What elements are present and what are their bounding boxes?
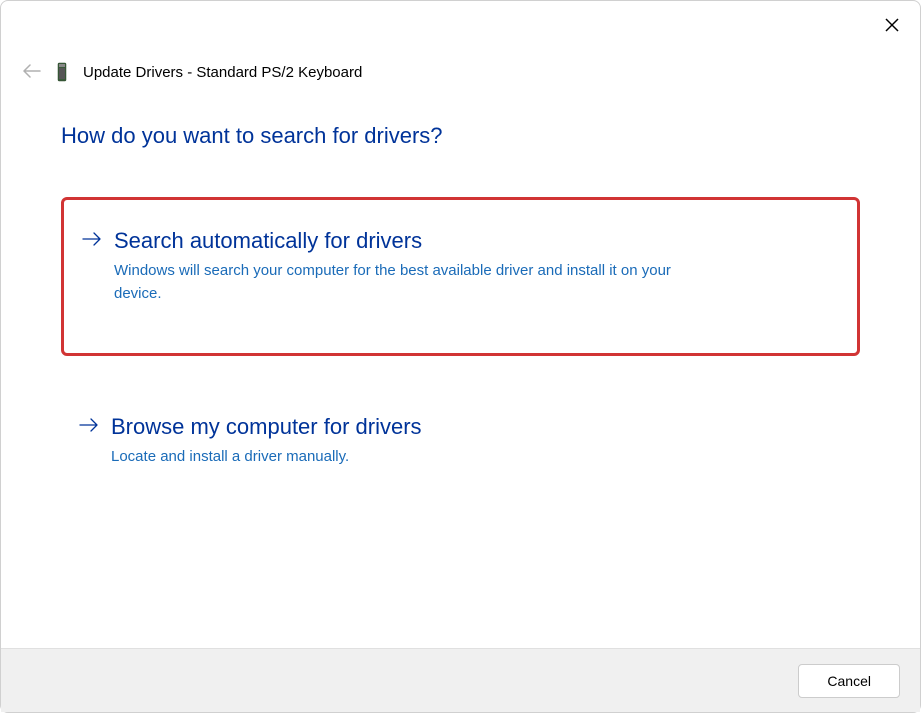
option-description: Locate and install a driver manually. bbox=[79, 446, 719, 469]
header-row: Update Drivers - Standard PS/2 Keyboard bbox=[1, 1, 920, 83]
option-header: Search automatically for drivers bbox=[82, 228, 837, 254]
back-arrow-icon bbox=[23, 62, 41, 83]
cancel-button[interactable]: Cancel bbox=[798, 664, 900, 698]
option-title: Search automatically for drivers bbox=[114, 228, 422, 254]
option-header: Browse my computer for drivers bbox=[79, 414, 840, 440]
window-title: Update Drivers - Standard PS/2 Keyboard bbox=[83, 64, 362, 81]
option-browse-computer[interactable]: Browse my computer for drivers Locate an… bbox=[61, 392, 860, 491]
option-description: Windows will search your computer for th… bbox=[82, 260, 722, 305]
close-icon bbox=[885, 18, 899, 32]
main-question: How do you want to search for drivers? bbox=[61, 123, 860, 149]
close-button[interactable] bbox=[880, 13, 904, 37]
options-area: Search automatically for drivers Windows… bbox=[61, 197, 860, 491]
update-drivers-dialog: Update Drivers - Standard PS/2 Keyboard … bbox=[0, 0, 921, 713]
dialog-footer: Cancel bbox=[1, 648, 920, 712]
option-title: Browse my computer for drivers bbox=[111, 414, 422, 440]
keyboard-icon bbox=[55, 61, 69, 83]
content-area: How do you want to search for drivers? S… bbox=[1, 83, 920, 648]
option-search-automatically[interactable]: Search automatically for drivers Windows… bbox=[61, 197, 860, 356]
arrow-right-icon bbox=[79, 417, 99, 437]
arrow-right-icon bbox=[82, 231, 102, 251]
